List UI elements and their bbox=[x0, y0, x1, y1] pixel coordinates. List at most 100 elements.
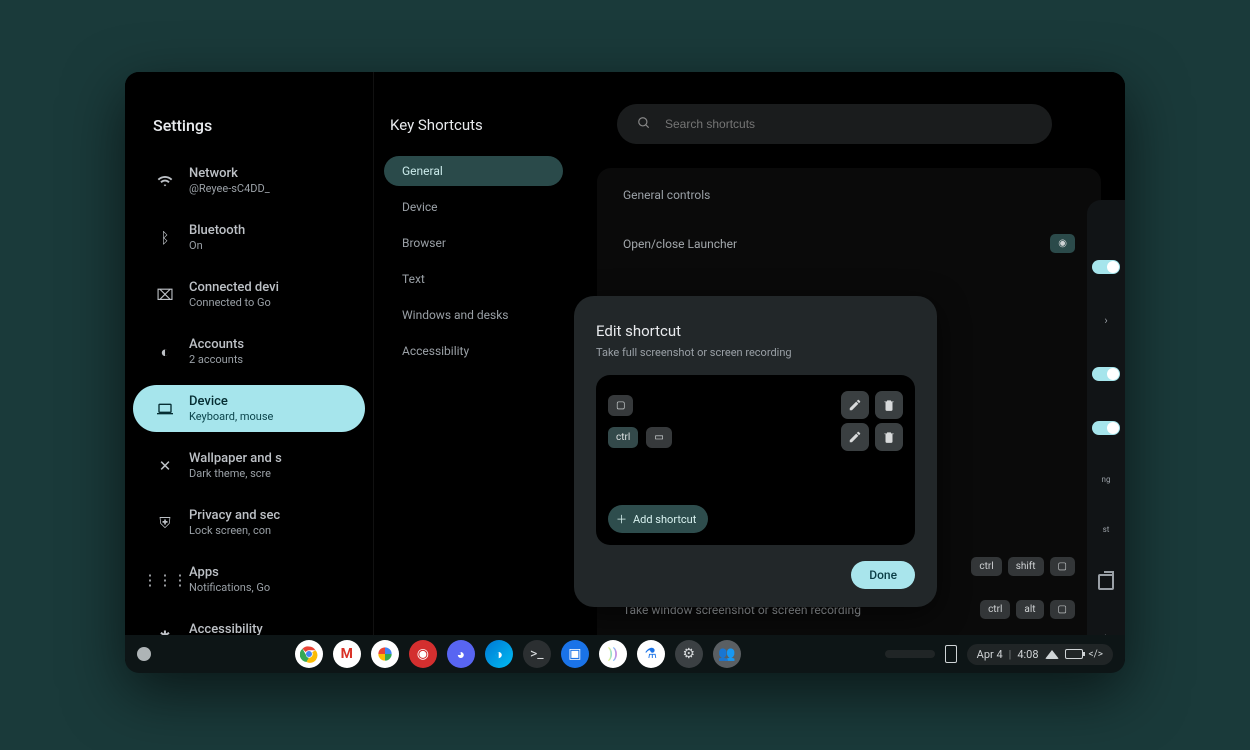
plus-icon: ＋ bbox=[616, 511, 627, 527]
sidebar-item-wallpaper-and-s[interactable]: ✕ Wallpaper and sDark theme, scre bbox=[133, 442, 365, 489]
section-header: General controls bbox=[623, 188, 1075, 202]
wifi-icon bbox=[155, 173, 175, 189]
desktop: — ▢ ✕ — ▢ ✕ Settings Network@Reyee-sC4DD… bbox=[0, 0, 1250, 750]
sidebar-item-label: Wallpaper and s bbox=[189, 451, 282, 466]
key-chip: shift bbox=[1008, 557, 1044, 576]
edit-shortcut-button[interactable] bbox=[841, 391, 869, 419]
sidebar-item-sub: @Reyee-sC4DD_ bbox=[189, 182, 270, 195]
category-windows-and-desks[interactable]: Windows and desks bbox=[384, 300, 563, 330]
sidebar-item-label: Apps bbox=[189, 565, 270, 580]
dialog-subtitle: Take full screenshot or screen recording bbox=[596, 346, 915, 359]
settings-title: Settings bbox=[153, 116, 212, 135]
search-bar[interactable] bbox=[617, 104, 1052, 144]
category-device[interactable]: Device bbox=[384, 192, 563, 222]
status-pill-left[interactable] bbox=[885, 650, 935, 658]
sidebar-item-label: Connected devi bbox=[189, 280, 279, 295]
toggle-1[interactable] bbox=[1092, 260, 1120, 274]
quick-settings-strip: › ng st › bbox=[1087, 200, 1125, 662]
search-icon bbox=[637, 115, 651, 134]
sidebar-item-sub: Dark theme, scre bbox=[189, 467, 282, 480]
shelf-apps: M ◉ ◕ ◑ >_ ▣ )) ⚗ ⚙ 👥 bbox=[161, 640, 875, 668]
add-shortcut-label: Add shortcut bbox=[633, 513, 696, 526]
settings-app-icon[interactable]: ⚙ bbox=[675, 640, 703, 668]
toggle-2[interactable] bbox=[1092, 367, 1120, 381]
done-button[interactable]: Done bbox=[851, 561, 915, 589]
files-app-icon[interactable]: ▣ bbox=[561, 640, 589, 668]
shield-icon: ⛨ bbox=[155, 514, 175, 532]
status-time: 4:08 bbox=[1017, 648, 1038, 661]
search-input[interactable] bbox=[665, 117, 1032, 131]
chrome-app-icon[interactable] bbox=[295, 640, 323, 668]
open-external-icon[interactable] bbox=[1098, 574, 1114, 590]
key-chip: ctrl bbox=[980, 600, 1010, 619]
shelf: M ◉ ◕ ◑ >_ ▣ )) ⚗ ⚙ 👥 Apr 4 | 4:08 </> bbox=[125, 635, 1125, 673]
delete-shortcut-button[interactable] bbox=[875, 423, 903, 451]
sidebar-item-sub: Keyboard, mouse bbox=[189, 410, 273, 423]
sidebar-item-connected-devi[interactable]: ⌧Connected deviConnected to Go bbox=[133, 271, 365, 318]
app-icon-a[interactable]: )) bbox=[599, 640, 627, 668]
dev-icon: </> bbox=[1089, 649, 1103, 660]
key-chip: ▢ bbox=[608, 395, 633, 416]
terminal-app-icon[interactable]: >_ bbox=[523, 640, 551, 668]
sidebar-item-sub: 2 accounts bbox=[189, 353, 244, 366]
edit-shortcut-dialog: Edit shortcut Take full screenshot or sc… bbox=[574, 296, 937, 607]
wallpaper-icon: ✕ bbox=[155, 457, 175, 475]
category-general[interactable]: General bbox=[384, 156, 563, 186]
phone-icon[interactable] bbox=[945, 645, 957, 663]
categories-panel: Key Shortcuts General Device Browser Text Wi… bbox=[373, 72, 573, 672]
gmail-app-icon[interactable]: M bbox=[333, 640, 361, 668]
sidebar-item-device[interactable]: DeviceKeyboard, mouse bbox=[133, 385, 365, 432]
sidebar-item-network[interactable]: Network@Reyee-sC4DD_ bbox=[133, 157, 365, 204]
dialog-shortcut-row: ctrl ▭ bbox=[608, 421, 903, 453]
key-shortcuts-title: Key Shortcuts bbox=[374, 116, 573, 156]
bluetooth-icon: ᛒ bbox=[155, 229, 175, 247]
sidebar-item-accounts[interactable]: ◐Accounts2 accounts bbox=[133, 328, 365, 375]
chevron-right-icon[interactable]: › bbox=[1104, 314, 1107, 327]
status-date: Apr 4 bbox=[977, 648, 1003, 661]
apps-icon: ⋮⋮⋮ bbox=[155, 571, 175, 589]
add-shortcut-button[interactable]: ＋ Add shortcut bbox=[608, 505, 708, 533]
app-icon-lab[interactable]: ⚗ bbox=[637, 640, 665, 668]
sidebar-item-bluetooth[interactable]: ᛒ BluetoothOn bbox=[133, 214, 365, 261]
dialog-title: Edit shortcut bbox=[596, 322, 915, 340]
category-browser[interactable]: Browser bbox=[384, 228, 563, 258]
sidebar-item-sub: On bbox=[189, 239, 245, 252]
toggle-3[interactable] bbox=[1092, 421, 1120, 435]
launcher-button[interactable] bbox=[137, 647, 151, 661]
key-chip: ▢ bbox=[1050, 600, 1075, 619]
shortcut-row[interactable]: Open/close Launcher ◉ bbox=[623, 222, 1075, 265]
account-icon: ◐ bbox=[155, 343, 175, 361]
key-chip: ◉ bbox=[1050, 234, 1075, 253]
discord-app-icon[interactable]: ◕ bbox=[447, 640, 475, 668]
battery-icon bbox=[1065, 649, 1083, 659]
app-icon-people[interactable]: 👥 bbox=[713, 640, 741, 668]
category-accessibility[interactable]: Accessibility bbox=[384, 336, 563, 366]
edit-shortcut-button[interactable] bbox=[841, 423, 869, 451]
key-chip: ▢ bbox=[1050, 557, 1075, 576]
dialog-shortcut-row: ▢ bbox=[608, 389, 903, 421]
dialog-body: ▢ ctrl ▭ ＋ Add shortcut bbox=[596, 375, 915, 545]
sidebar-item-sub: Notifications, Go bbox=[189, 581, 270, 594]
category-text[interactable]: Text bbox=[384, 264, 563, 294]
youtube-music-app-icon[interactable]: ◉ bbox=[409, 640, 437, 668]
key-chip: ▭ bbox=[646, 427, 671, 448]
shelf-status[interactable]: Apr 4 | 4:08 </> bbox=[885, 644, 1113, 665]
sidebar-item-label: Network bbox=[189, 166, 270, 181]
photos-app-icon[interactable] bbox=[371, 640, 399, 668]
wifi-icon bbox=[1045, 650, 1059, 659]
qlabel-st: st bbox=[1103, 525, 1110, 535]
status-date-time[interactable]: Apr 4 | 4:08 </> bbox=[967, 644, 1113, 665]
shortcut-label: Open/close Launcher bbox=[623, 237, 737, 251]
sidebar-item-privacy-and-sec[interactable]: ⛨ Privacy and secLock screen, con bbox=[133, 499, 365, 546]
sidebar-item-label: Privacy and sec bbox=[189, 508, 280, 523]
sidebar-item-label: Bluetooth bbox=[189, 223, 245, 238]
key-chip: ctrl bbox=[608, 427, 638, 448]
sidebar-item-apps[interactable]: ⋮⋮⋮ AppsNotifications, Go bbox=[133, 556, 365, 603]
delete-shortcut-button[interactable] bbox=[875, 391, 903, 419]
edge-app-icon[interactable]: ◑ bbox=[485, 640, 513, 668]
qlabel-ng: ng bbox=[1102, 475, 1111, 485]
sidebar-item-label: Device bbox=[189, 394, 273, 409]
sidebar-item-sub: Lock screen, con bbox=[189, 524, 280, 537]
sidebar-item-sub: Connected to Go bbox=[189, 296, 279, 309]
key-chip: alt bbox=[1016, 600, 1043, 619]
